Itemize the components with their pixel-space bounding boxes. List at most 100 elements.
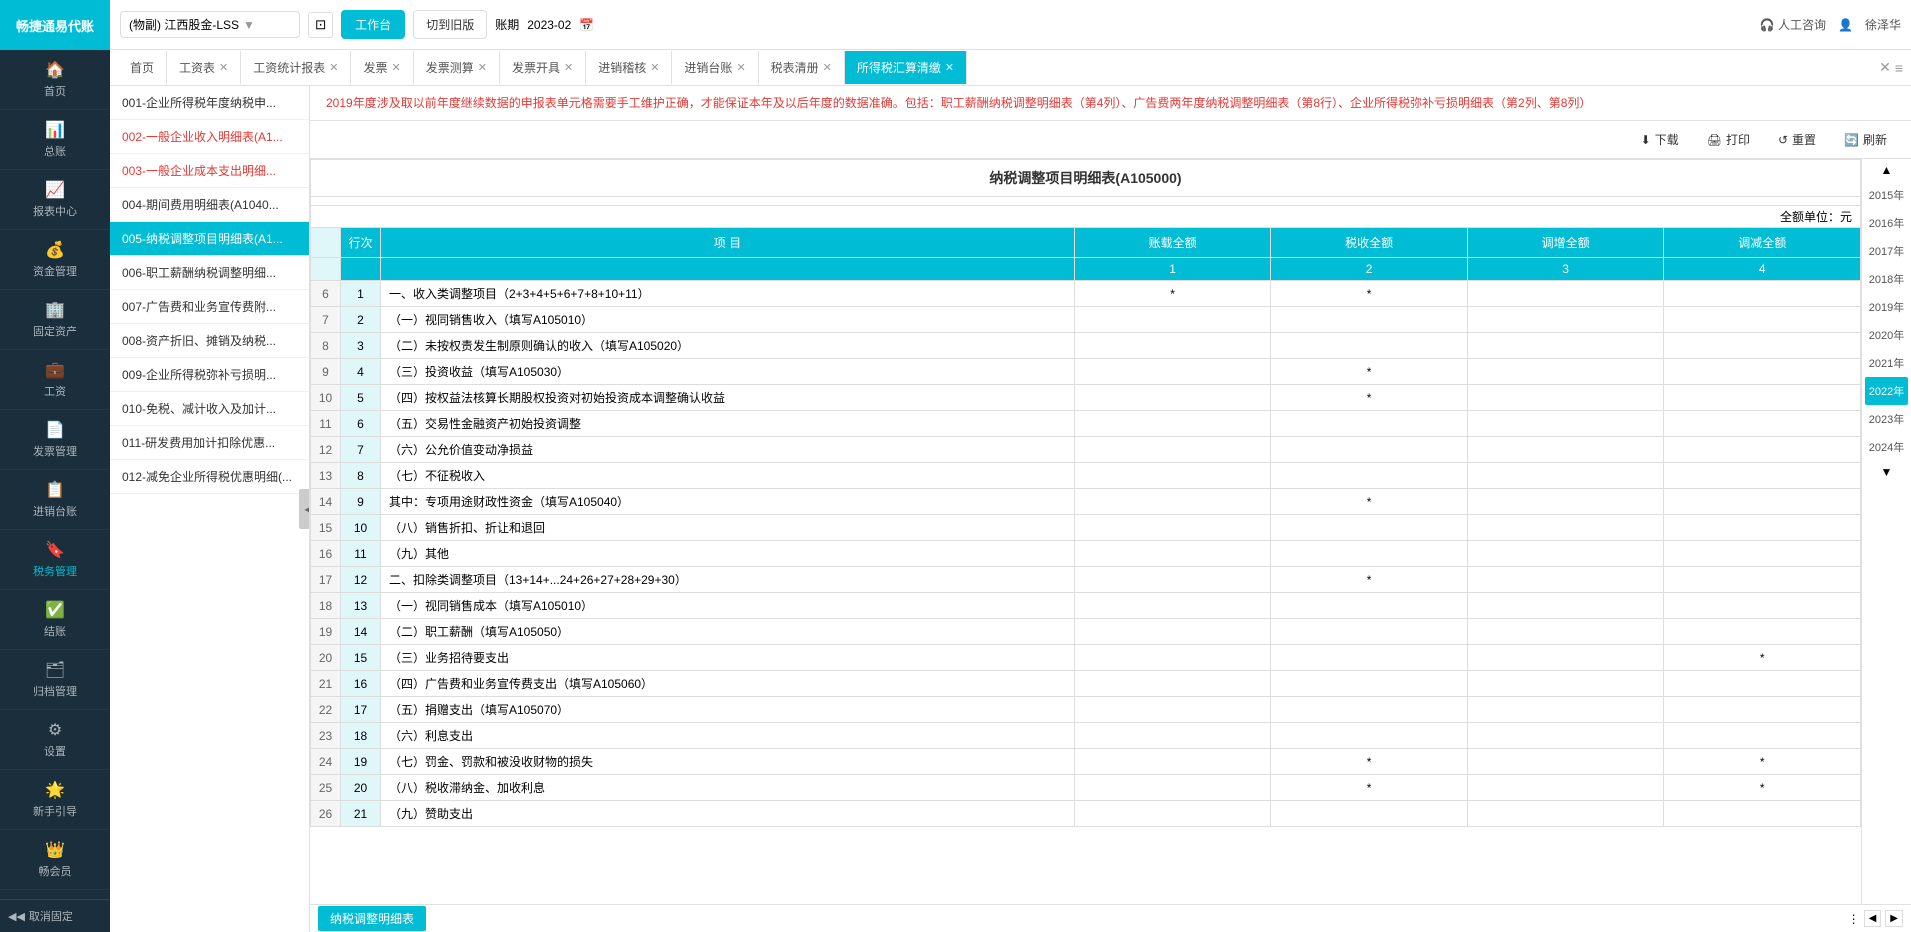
- cell-data-9-2[interactable]: [1467, 515, 1664, 541]
- reset-button[interactable]: ↺ 重置: [1770, 127, 1824, 152]
- cell-item-15[interactable]: （四）广告费和业务宣传费支出（填写A105060）: [381, 671, 1075, 697]
- sidebar-item-settings[interactable]: ⚙设置: [0, 710, 110, 770]
- cell-data-2-3[interactable]: [1664, 333, 1861, 359]
- cell-data-5-2[interactable]: [1467, 411, 1664, 437]
- sidebar-item-ledger[interactable]: 📊总账: [0, 110, 110, 170]
- sidebar-item-fund[interactable]: 💰资金管理: [0, 230, 110, 290]
- cell-data-11-3[interactable]: [1664, 567, 1861, 593]
- cell-data-16-3[interactable]: [1664, 697, 1861, 723]
- year-down-button[interactable]: ▼: [1862, 461, 1911, 483]
- cell-data-13-1[interactable]: [1271, 619, 1468, 645]
- cell-data-14-3[interactable]: *: [1664, 645, 1861, 671]
- cell-data-11-1[interactable]: *: [1271, 567, 1468, 593]
- tab-invoice-calc[interactable]: 发票测算✕: [414, 51, 500, 84]
- cell-data-17-3[interactable]: [1664, 723, 1861, 749]
- tab-invoice-open[interactable]: 发票开具✕: [500, 51, 586, 84]
- tab-home[interactable]: 首页: [118, 51, 167, 84]
- cell-data-3-3[interactable]: [1664, 359, 1861, 385]
- cell-data-5-3[interactable]: [1664, 411, 1861, 437]
- cell-data-15-0[interactable]: [1074, 671, 1271, 697]
- year-item-2024[interactable]: 2024年: [1865, 433, 1908, 461]
- left-panel-item-012[interactable]: 012-减免企业所得税优惠明细(...: [110, 460, 309, 494]
- sidebar-item-settle[interactable]: ✅结账: [0, 590, 110, 650]
- cell-data-11-2[interactable]: [1467, 567, 1664, 593]
- cell-data-6-3[interactable]: [1664, 437, 1861, 463]
- cell-data-6-2[interactable]: [1467, 437, 1664, 463]
- cell-data-7-2[interactable]: [1467, 463, 1664, 489]
- user-name[interactable]: 徐泽华: [1865, 16, 1901, 33]
- cell-data-19-1[interactable]: *: [1271, 775, 1468, 801]
- year-item-2021[interactable]: 2021年: [1865, 349, 1908, 377]
- cell-data-19-0[interactable]: [1074, 775, 1271, 801]
- cell-item-6[interactable]: （六）公允价值变动净损益: [381, 437, 1075, 463]
- cell-data-1-0[interactable]: [1074, 307, 1271, 333]
- tab-salary-report[interactable]: 工资统计报表✕: [241, 51, 351, 84]
- scroll-right-button[interactable]: ▶: [1885, 910, 1903, 927]
- cell-data-17-1[interactable]: [1271, 723, 1468, 749]
- cell-data-12-3[interactable]: [1664, 593, 1861, 619]
- left-panel-item-001[interactable]: 001-企业所得税年度纳税申...: [110, 86, 309, 120]
- cell-data-8-0[interactable]: [1074, 489, 1271, 515]
- spreadsheet-area[interactable]: 纳税调整项目明细表(A105000)全额单位：元行次项 目账载全额税收全额调增全…: [310, 159, 1861, 904]
- cell-data-9-1[interactable]: [1271, 515, 1468, 541]
- cell-data-5-0[interactable]: [1074, 411, 1271, 437]
- cell-data-0-3[interactable]: [1664, 281, 1861, 307]
- tab-close-income-tax[interactable]: ✕: [945, 61, 954, 74]
- sidebar-item-invoice-mgr[interactable]: 📄发票管理: [0, 410, 110, 470]
- left-panel-item-004[interactable]: 004-期间费用明细表(A1040...: [110, 188, 309, 222]
- collapse-panel-button[interactable]: ◀: [299, 489, 310, 529]
- cell-data-12-1[interactable]: [1271, 593, 1468, 619]
- cell-item-7[interactable]: （七）不征税收入: [381, 463, 1075, 489]
- left-panel-item-011[interactable]: 011-研发费用加计扣除优惠...: [110, 426, 309, 460]
- tab-invoice[interactable]: 发票✕: [351, 51, 413, 84]
- cell-item-0[interactable]: 一、收入类调整项目（2+3+4+5+6+7+8+10+11）: [381, 281, 1075, 307]
- cell-data-16-1[interactable]: [1271, 697, 1468, 723]
- cell-data-20-1[interactable]: [1271, 801, 1468, 827]
- cell-data-14-1[interactable]: [1271, 645, 1468, 671]
- cell-data-5-1[interactable]: [1271, 411, 1468, 437]
- calendar-icon[interactable]: 📅: [579, 18, 594, 32]
- year-up-button[interactable]: ▲: [1862, 159, 1911, 181]
- cell-data-20-0[interactable]: [1074, 801, 1271, 827]
- cell-data-17-0[interactable]: [1074, 723, 1271, 749]
- tab-close-salary-report[interactable]: ✕: [329, 61, 338, 74]
- sidebar-item-member[interactable]: 👑畅会员: [0, 830, 110, 890]
- support-button[interactable]: 🎧 人工咨询: [1760, 16, 1826, 33]
- company-selector[interactable]: (物副) 江西股金-LSS ▼: [120, 11, 300, 38]
- cell-data-11-0[interactable]: [1074, 567, 1271, 593]
- cell-data-18-0[interactable]: [1074, 749, 1271, 775]
- copy-icon[interactable]: ⊡: [308, 12, 333, 38]
- tab-close-invoice[interactable]: ✕: [392, 61, 401, 74]
- sidebar-item-salary[interactable]: 💼工资: [0, 350, 110, 410]
- left-panel-item-007[interactable]: 007-广告费和业务宣传费附...: [110, 290, 309, 324]
- cell-data-3-1[interactable]: *: [1271, 359, 1468, 385]
- tab-purchase-ledger[interactable]: 进销台账✕: [672, 51, 758, 84]
- cell-item-13[interactable]: （二）职工薪酬（填写A105050）: [381, 619, 1075, 645]
- cell-data-8-3[interactable]: [1664, 489, 1861, 515]
- cell-data-2-0[interactable]: [1074, 333, 1271, 359]
- workbench-button[interactable]: 工作台: [341, 10, 405, 39]
- cell-data-4-3[interactable]: [1664, 385, 1861, 411]
- old-version-button[interactable]: 切到旧版: [413, 10, 487, 39]
- cell-data-10-3[interactable]: [1664, 541, 1861, 567]
- cell-data-20-2[interactable]: [1467, 801, 1664, 827]
- download-button[interactable]: ⬇ 下载: [1633, 127, 1687, 152]
- year-item-2018[interactable]: 2018年: [1865, 265, 1908, 293]
- scroll-left-button[interactable]: ◀: [1864, 910, 1882, 927]
- cell-data-1-1[interactable]: [1271, 307, 1468, 333]
- cell-data-6-0[interactable]: [1074, 437, 1271, 463]
- cell-data-13-2[interactable]: [1467, 619, 1664, 645]
- cell-data-0-2[interactable]: [1467, 281, 1664, 307]
- left-panel-item-003[interactable]: 003-一般企业成本支出明细...: [110, 154, 309, 188]
- sidebar-item-asset[interactable]: 🏢固定资产: [0, 290, 110, 350]
- cell-item-8[interactable]: 其中：专项用途财政性资金（填写A105040）: [381, 489, 1075, 515]
- cell-item-20[interactable]: （九）赞助支出: [381, 801, 1075, 827]
- cell-data-10-2[interactable]: [1467, 541, 1664, 567]
- cell-data-12-0[interactable]: [1074, 593, 1271, 619]
- cell-item-5[interactable]: （五）交易性金融资产初始投资调整: [381, 411, 1075, 437]
- cell-data-3-2[interactable]: [1467, 359, 1664, 385]
- tab-close-tax-clear[interactable]: ✕: [823, 61, 832, 74]
- cell-data-8-1[interactable]: *: [1271, 489, 1468, 515]
- cell-data-10-0[interactable]: [1074, 541, 1271, 567]
- left-panel-item-005[interactable]: 005-纳税调整项目明细表(A1...: [110, 222, 309, 256]
